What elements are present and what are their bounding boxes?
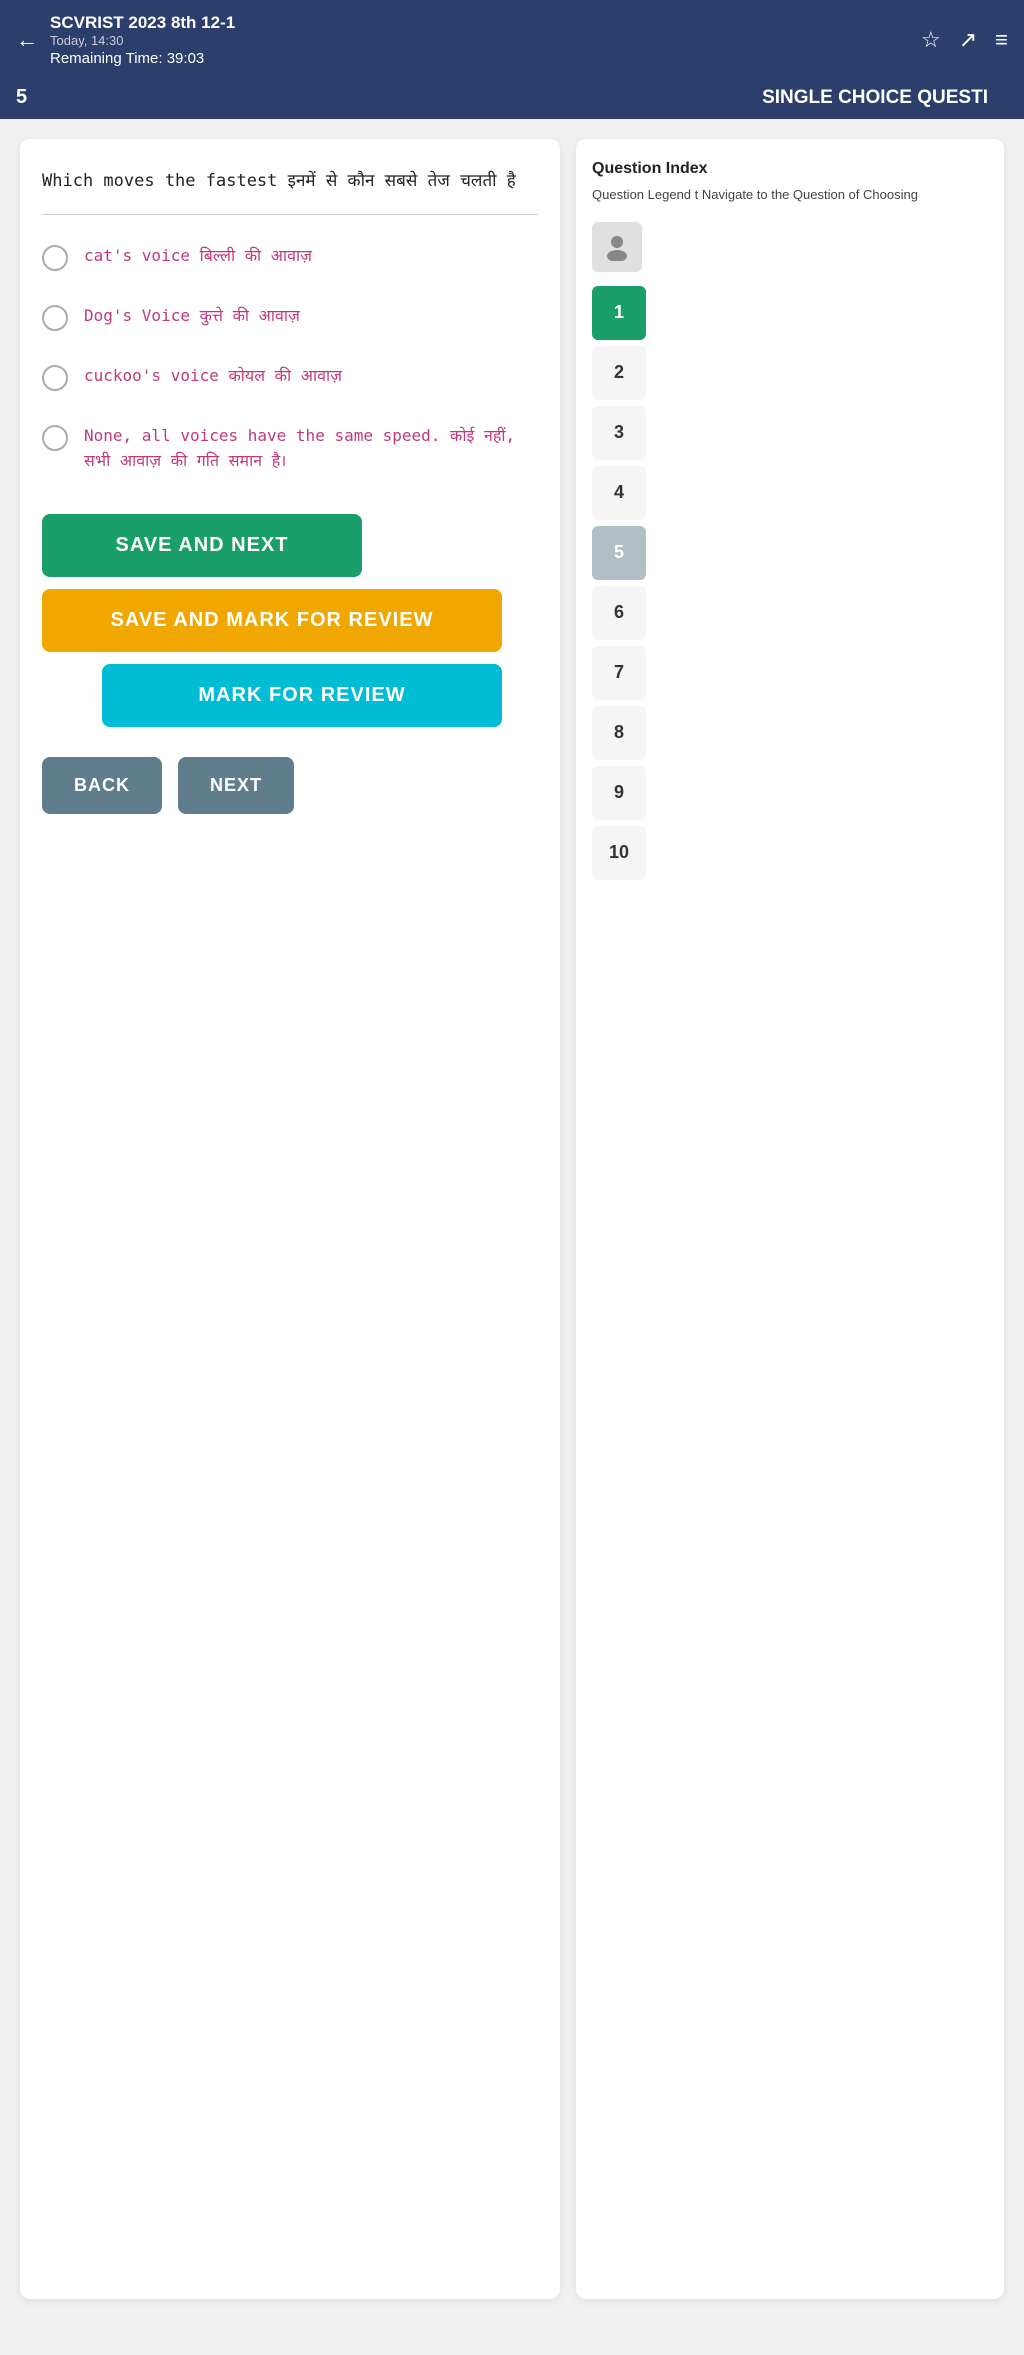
option-text-2: Dog's Voice कुत्ते की आवाज़ bbox=[84, 303, 300, 329]
right-sidebar: Question Index Question Legend t Navigat… bbox=[576, 139, 1004, 2299]
star-icon[interactable]: ☆ bbox=[921, 27, 941, 53]
main-layout: Which moves the fastest इनमें से कौन सबस… bbox=[0, 119, 1024, 2319]
question-panel: Which moves the fastest इनमें से कौन सबस… bbox=[20, 139, 560, 2299]
question-number: 5 bbox=[16, 86, 27, 109]
question-text: Which moves the fastest इनमें से कौन सबस… bbox=[42, 167, 538, 196]
q-index-6[interactable]: 6 bbox=[592, 586, 646, 640]
radio-option-2[interactable] bbox=[42, 305, 68, 331]
app-header: ← SCVRIST 2023 8th 12-1 Today, 14:30 Rem… bbox=[0, 0, 1024, 80]
question-index-grid: 1 2 3 4 5 6 7 8 9 10 bbox=[592, 286, 988, 880]
radio-option-4[interactable] bbox=[42, 425, 68, 451]
q-index-7[interactable]: 7 bbox=[592, 646, 646, 700]
header-left: ← SCVRIST 2023 8th 12-1 Today, 14:30 Rem… bbox=[16, 13, 235, 67]
option-text-4: None, all voices have the same speed. को… bbox=[84, 423, 538, 474]
q-index-5[interactable]: 5 bbox=[592, 526, 646, 580]
option-item-1: cat's voice बिल्ली की आवाज़ bbox=[42, 243, 538, 271]
option-item-4: None, all voices have the same speed. को… bbox=[42, 423, 538, 474]
sidebar-heading: Question Index bbox=[592, 157, 708, 181]
radio-option-3[interactable] bbox=[42, 365, 68, 391]
header-title-block: SCVRIST 2023 8th 12-1 Today, 14:30 Remai… bbox=[50, 13, 235, 67]
subheader: 5 SINGLE CHOICE QUESTI bbox=[0, 80, 1024, 119]
exam-title: SCVRIST 2023 8th 12-1 bbox=[50, 13, 235, 33]
q-index-9[interactable]: 9 bbox=[592, 766, 646, 820]
nav-buttons: BACK NEXT bbox=[42, 757, 538, 814]
sidebar-legend-text: Question Legend t Navigate to the Questi… bbox=[592, 185, 918, 206]
options-list: cat's voice बिल्ली की आवाज़ Dog's Voice … bbox=[42, 243, 538, 474]
option-item-3: cuckoo's voice कोयल की आवाज़ bbox=[42, 363, 538, 391]
save-and-mark-button[interactable]: SAVE AND MARK FOR REVIEW bbox=[42, 589, 502, 652]
question-type-label: SINGLE CHOICE QUESTI bbox=[27, 87, 1008, 109]
header-right: ☆ ↗ ≡ bbox=[921, 27, 1008, 53]
option-item-2: Dog's Voice कुत्ते की आवाज़ bbox=[42, 303, 538, 331]
remaining-time: Remaining Time: 39:03 bbox=[50, 50, 235, 67]
q-index-1[interactable]: 1 bbox=[592, 286, 646, 340]
q-index-3[interactable]: 3 bbox=[592, 406, 646, 460]
option-text-3: cuckoo's voice कोयल की आवाज़ bbox=[84, 363, 342, 389]
question-divider bbox=[42, 214, 538, 215]
q-index-10[interactable]: 10 bbox=[592, 826, 646, 880]
q-index-2[interactable]: 2 bbox=[592, 346, 646, 400]
avatar-icon bbox=[592, 222, 642, 272]
share-icon[interactable]: ↗ bbox=[959, 27, 977, 53]
back-icon[interactable]: ← bbox=[16, 27, 38, 53]
next-button[interactable]: NEXT bbox=[178, 757, 294, 814]
q-index-4[interactable]: 4 bbox=[592, 466, 646, 520]
datetime-label: Today, 14:30 bbox=[50, 33, 235, 48]
save-and-next-button[interactable]: SAVE AND NEXT bbox=[42, 514, 362, 577]
back-button[interactable]: BACK bbox=[42, 757, 162, 814]
radio-option-1[interactable] bbox=[42, 245, 68, 271]
q-index-8[interactable]: 8 bbox=[592, 706, 646, 760]
menu-icon[interactable]: ≡ bbox=[995, 27, 1008, 53]
mark-for-review-button[interactable]: MARK FOR REVIEW bbox=[102, 664, 502, 727]
option-text-1: cat's voice बिल्ली की आवाज़ bbox=[84, 243, 312, 269]
